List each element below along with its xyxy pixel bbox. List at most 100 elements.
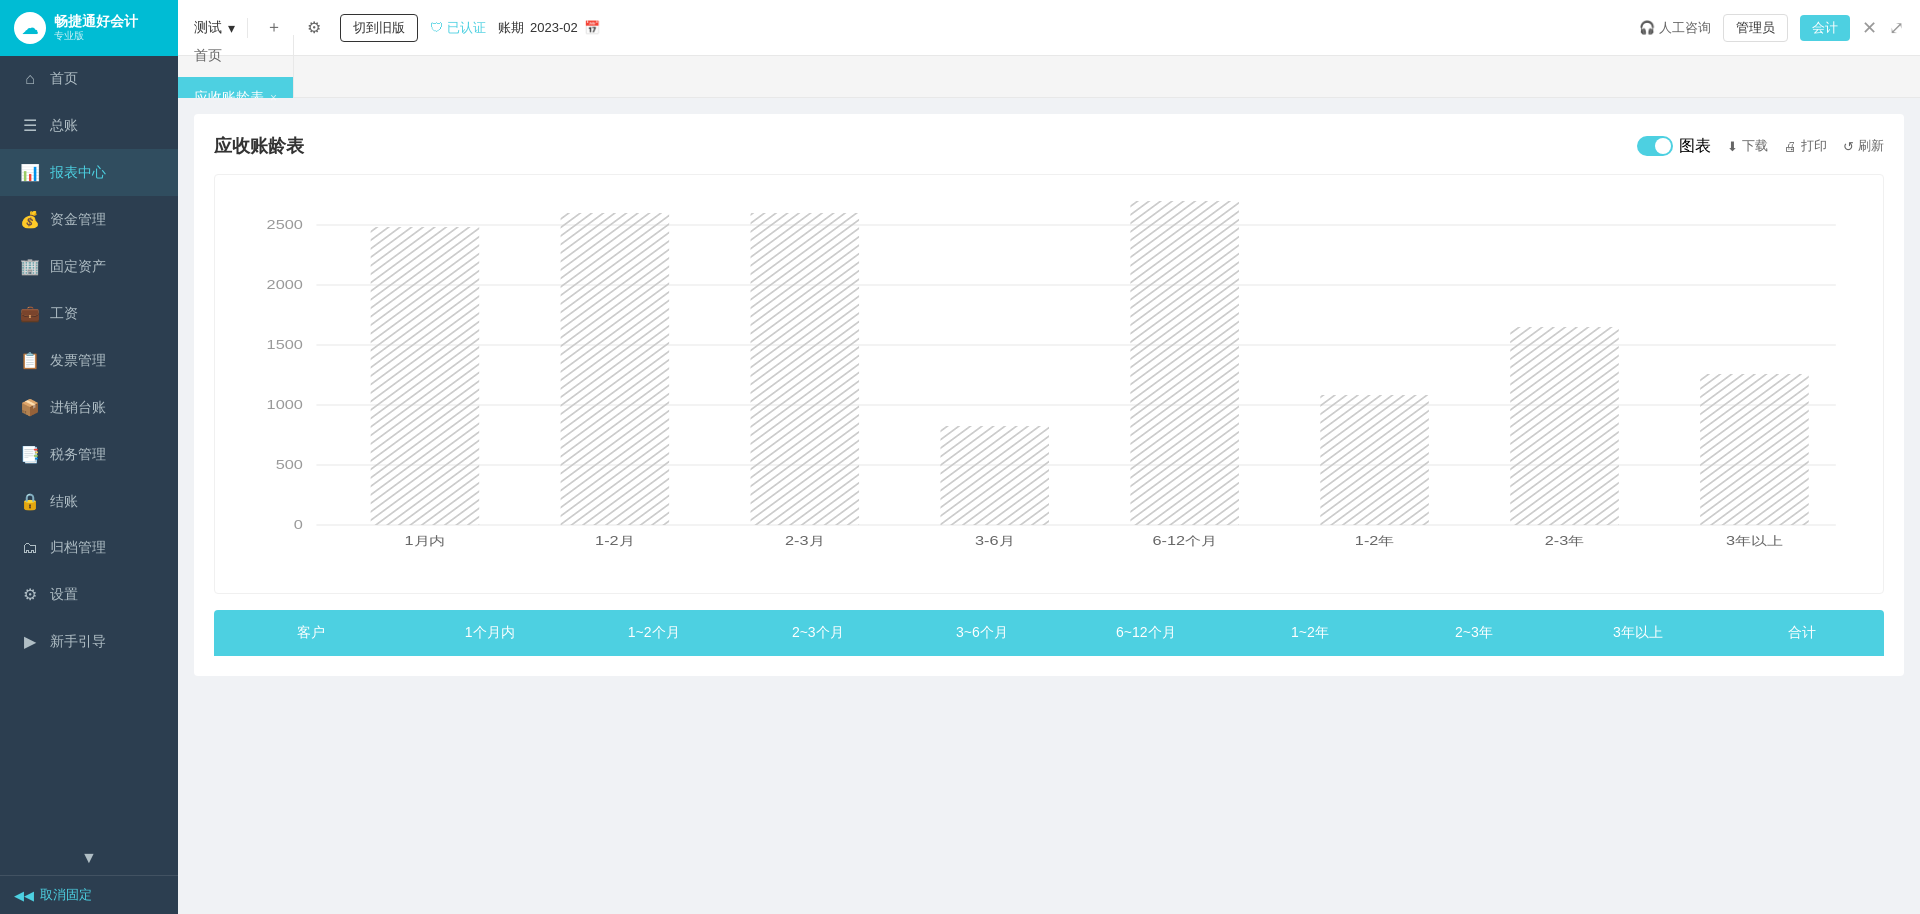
svg-text:2500: 2500 [267,218,303,231]
sidebar-item-close[interactable]: 🔒 结账 [0,478,178,525]
toggle-track[interactable] [1637,136,1673,156]
sidebar-item-label-settings: 设置 [50,586,78,604]
toggle-label: 图表 [1679,136,1711,157]
sidebar-item-tax[interactable]: 📑 税务管理 [0,431,178,478]
sidebar-scroll-down[interactable]: ▼ [0,841,178,875]
window-expand-button[interactable]: ⤢ [1889,17,1904,39]
archive-icon: 🗂 [20,539,40,557]
bar-6 [1320,395,1429,525]
sidebar: ☁ 畅捷通好会计 专业版 ⌂ 首页 ☰ 总账 📊 报表中心 💰 资金管理 🏢 固… [0,0,178,914]
table-header-cell: 3~6个月 [900,610,1064,656]
headset-icon: 🎧 [1639,20,1655,35]
settings-icon: ⚙ [20,585,40,604]
invoice-icon: 📋 [20,351,40,370]
bar-chart: 0 500 1000 1500 2000 [235,195,1863,565]
cert-label: 已认证 [447,19,486,37]
sidebar-item-label-purchase: 进销台账 [50,399,106,417]
print-button[interactable]: 🖨 打印 [1784,137,1827,155]
sidebar-item-label-archive: 归档管理 [50,539,106,557]
consult-button[interactable]: 🎧 人工咨询 [1639,19,1711,37]
table-header: 客户1个月内1~2个月2~3个月3~6个月6~12个月1~2年2~3年3年以上合… [214,610,1884,656]
bar-4 [940,426,1049,525]
page-title: 应收账龄表 [214,134,304,158]
tab-close-aging[interactable]: × [270,91,277,105]
table-header-cell: 3年以上 [1556,610,1720,656]
logo-icon: ☁ [14,12,46,44]
table-header-cell: 合计 [1720,610,1884,656]
table-header-cell: 客户 [214,610,408,656]
page-header: 应收账龄表 图表 ⬇ 下载 🖨 打印 [214,134,1884,158]
logo-text: 畅捷通好会计 [54,13,138,30]
sidebar-item-guide[interactable]: ▶ 新手引导 [0,618,178,665]
table-header-cell: 1~2年 [1228,610,1392,656]
sidebar-logo: ☁ 畅捷通好会计 专业版 [0,0,178,56]
bar-5 [1130,201,1239,525]
cert-status: 🛡 已认证 [430,19,486,37]
print-icon: 🖨 [1784,139,1797,154]
sidebar-item-label-salary: 工资 [50,305,78,323]
role-button[interactable]: 会计 [1800,15,1850,41]
period-value: 2023-02 [530,20,578,35]
sidebar-item-salary[interactable]: 💼 工资 [0,290,178,337]
sidebar-item-archive[interactable]: 🗂 归档管理 [0,525,178,571]
bar-2 [561,213,670,525]
table-header-cell: 1个月内 [408,610,572,656]
sidebar-item-label-tax: 税务管理 [50,446,106,464]
content-area: 应收账龄表 图表 ⬇ 下载 🖨 打印 [178,98,1920,914]
sidebar-item-reports[interactable]: 📊 报表中心 [0,149,178,196]
svg-text:1-2月: 1-2月 [595,534,634,547]
svg-text:1月内: 1月内 [404,534,445,547]
cancel-fixed-button[interactable]: ◀◀ 取消固定 [0,875,178,914]
sidebar-item-home[interactable]: ⌂ 首页 [0,56,178,102]
window-close-button[interactable]: ✕ [1862,17,1877,39]
consult-label: 人工咨询 [1659,19,1711,37]
sidebar-item-label-funds: 资金管理 [50,211,106,229]
tabs-bar: 首页应收账龄表× [178,56,1920,98]
guide-icon: ▶ [20,632,40,651]
table-header-cell: 2~3年 [1392,610,1556,656]
shield-icon: 🛡 [430,20,443,35]
bar-8 [1700,374,1809,525]
download-button[interactable]: ⬇ 下载 [1727,137,1768,155]
ledger-icon: ☰ [20,116,40,135]
svg-text:0: 0 [294,518,303,531]
main-area: 测试 ▾ ＋ ⚙ 切到旧版 🛡 已认证 账期 2023-02 📅 🎧 人工咨询 … [178,0,1920,914]
sidebar-item-ledger[interactable]: ☰ 总账 [0,102,178,149]
user-button[interactable]: 管理员 [1723,14,1788,42]
period-label: 账期 [498,19,524,37]
refresh-button[interactable]: ↺ 刷新 [1843,137,1884,155]
table-header-cell: 1~2个月 [572,610,736,656]
sidebar-item-label-assets: 固定资产 [50,258,106,276]
purchase-icon: 📦 [20,398,40,417]
svg-text:6-12个月: 6-12个月 [1152,534,1216,547]
tab-home[interactable]: 首页 [178,35,294,77]
sidebar-item-label-guide: 新手引导 [50,633,106,651]
sidebar-item-purchase[interactable]: 📦 进销台账 [0,384,178,431]
chart-toggle[interactable]: 图表 [1637,136,1711,157]
sidebar-item-label-reports: 报表中心 [50,164,106,182]
reports-icon: 📊 [20,163,40,182]
sidebar-item-funds[interactable]: 💰 资金管理 [0,196,178,243]
sidebar-item-settings[interactable]: ⚙ 设置 [0,571,178,618]
logo-sub: 专业版 [54,29,138,43]
svg-text:3-6月: 3-6月 [975,534,1014,547]
chart-area: 0 500 1000 1500 2000 [214,174,1884,594]
cancel-fixed-label: 取消固定 [40,886,92,904]
sidebar-item-label-close: 结账 [50,493,78,511]
settings-icon[interactable]: ⚙ [300,14,328,42]
period-info: 账期 2023-02 📅 [498,19,600,37]
close-icon: 🔒 [20,492,40,511]
svg-text:2000: 2000 [267,278,303,291]
calendar-icon[interactable]: 📅 [584,20,600,35]
switch-old-button[interactable]: 切到旧版 [340,14,418,42]
bar-3 [751,213,860,525]
sidebar-item-assets[interactable]: 🏢 固定资产 [0,243,178,290]
tab-label-home: 首页 [194,47,222,65]
topbar: 测试 ▾ ＋ ⚙ 切到旧版 🛡 已认证 账期 2023-02 📅 🎧 人工咨询 … [178,0,1920,56]
sidebar-item-label-invoice: 发票管理 [50,352,106,370]
sidebar-item-invoice[interactable]: 📋 发票管理 [0,337,178,384]
salary-icon: 💼 [20,304,40,323]
sidebar-nav: ⌂ 首页 ☰ 总账 📊 报表中心 💰 资金管理 🏢 固定资产 💼 工资 📋 发票… [0,56,178,841]
sidebar-item-label-home: 首页 [50,70,78,88]
svg-text:2-3年: 2-3年 [1545,534,1584,547]
